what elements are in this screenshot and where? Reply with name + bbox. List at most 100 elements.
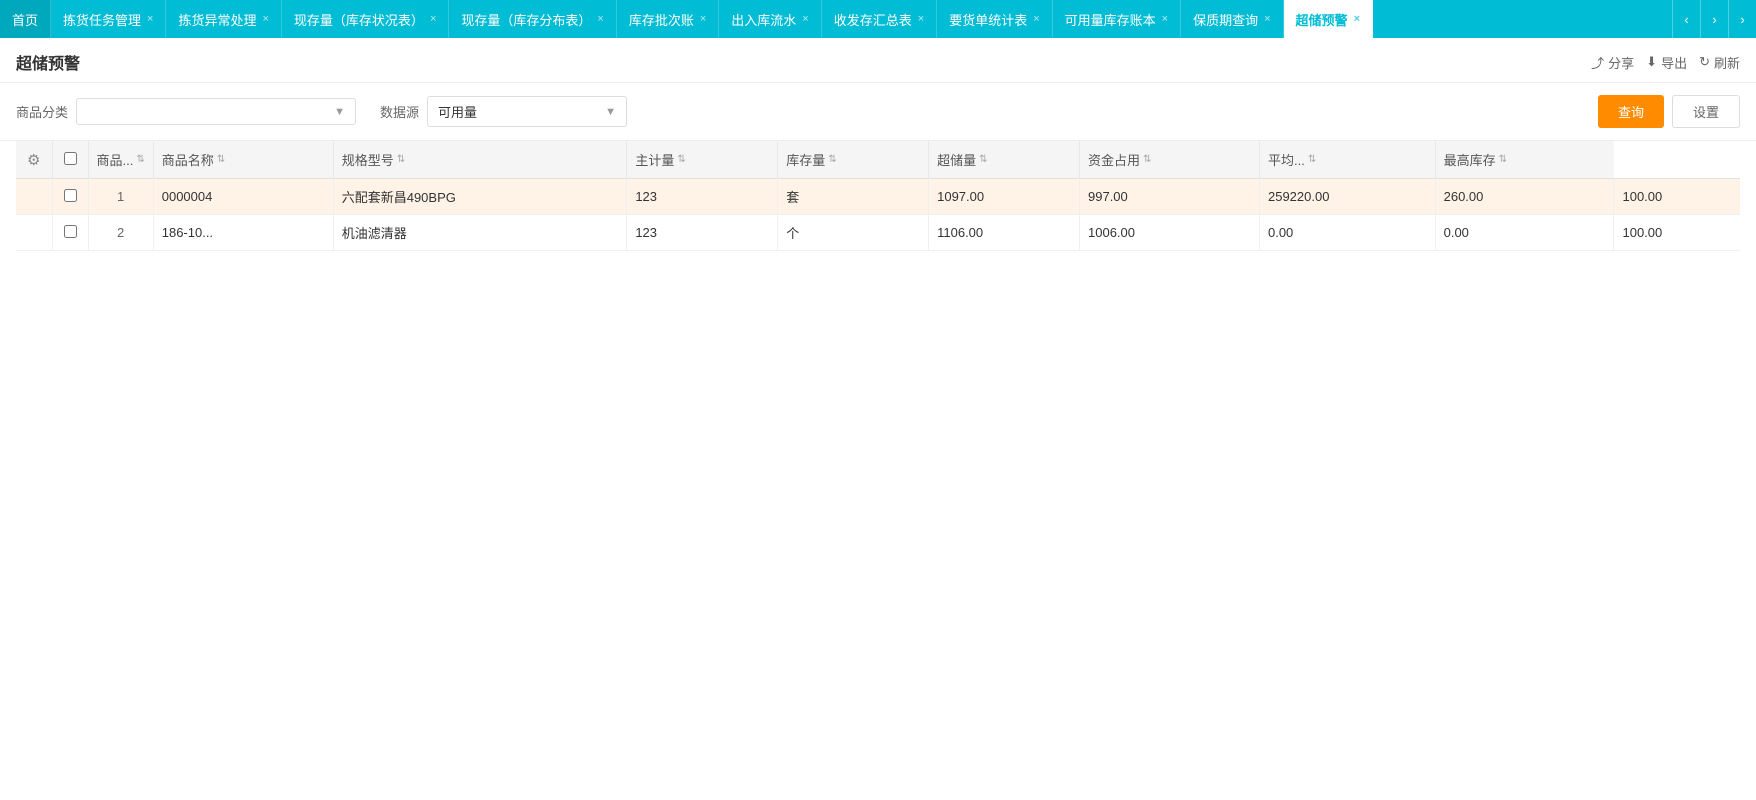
sort-capital-icon: ⇅ [1143,154,1151,165]
row-num-cell: 1 [88,179,153,215]
sort-avg-icon: ⇅ [1308,154,1316,165]
th-product-code[interactable]: 商品... ⇅ [88,141,153,179]
refresh-icon: ↻ [1699,54,1710,70]
share-icon: ⤴ [1591,53,1604,72]
filter-commodity-category: 商品分类 ▼ [16,98,356,125]
sort-spec-icon: ⇅ [397,154,405,165]
th-unit[interactable]: 主计量 ⇅ [627,141,778,179]
nav-pick-task[interactable]: 拣货任务管理 × [51,0,166,38]
refresh-button[interactable]: ↻ 刷新 [1699,53,1740,72]
row-checkbox-cell [52,215,88,251]
data-source-select[interactable]: 可用量 ▼ [427,96,627,127]
row-checkbox[interactable] [64,225,77,238]
row-unit: 套 [778,179,929,215]
th-avg[interactable]: 平均... ⇅ [1259,141,1435,179]
sort-stock-icon: ⇅ [828,154,836,165]
row-gear-cell [16,179,52,215]
nav-batch-account[interactable]: 库存批次账 × [617,0,719,38]
row-num-cell: 2 [88,215,153,251]
sort-overstock-icon: ⇅ [979,154,987,165]
nav-overstock-warning[interactable]: 超储预警 × [1284,0,1373,38]
row-overstock-qty: 1006.00 [1080,215,1260,251]
nav-close-collect[interactable]: × [918,13,924,25]
row-capital: 0.00 [1259,215,1435,251]
nav-available-account[interactable]: 可用量库存账本 × [1053,0,1181,38]
row-product-code: 186-10... [153,215,333,251]
th-checkbox [52,141,88,179]
nav-close-stock-dist[interactable]: × [597,13,603,25]
nav-inout-flow[interactable]: 出入库流水 × [719,0,821,38]
th-overstock-qty[interactable]: 超储量 ⇅ [929,141,1080,179]
nav-close-available[interactable]: × [1162,13,1168,25]
th-gear: ⚙ [16,141,52,179]
row-stock-qty: 1106.00 [929,215,1080,251]
nav-close-inout[interactable]: × [802,13,808,25]
nav-pick-exception[interactable]: 拣货异常处理 × [166,0,281,38]
column-settings-icon[interactable]: ⚙ [27,152,40,169]
nav-collect-summary[interactable]: 收发存汇总表 × [822,0,937,38]
nav-arrow-left[interactable]: ‹ [1672,0,1700,38]
row-unit: 个 [778,215,929,251]
nav-arrows: ‹ › › [1672,0,1756,38]
row-overstock-qty: 997.00 [1080,179,1260,215]
row-gear-cell [16,215,52,251]
row-checkbox[interactable] [64,189,77,202]
row-stock-qty: 1097.00 [929,179,1080,215]
commodity-category-select[interactable]: ▼ [76,98,356,125]
filter-actions: 查询 设置 [1598,95,1740,128]
data-source-label: 数据源 [380,102,419,121]
row-product-code: 0000004 [153,179,333,215]
row-max-stock: 100.00 [1614,215,1740,251]
select-all-checkbox[interactable] [64,152,77,165]
nav-close-pick-exception[interactable]: × [262,13,268,25]
nav-home[interactable]: 首页 [0,0,51,38]
data-source-value: 可用量 [438,102,477,121]
row-avg: 0.00 [1435,215,1614,251]
commodity-category-label: 商品分类 [16,102,68,121]
nav-close-quality[interactable]: × [1264,13,1270,25]
settings-button[interactable]: 设置 [1672,95,1740,128]
nav-arrow-right[interactable]: › [1700,0,1728,38]
nav-current-stock-dist[interactable]: 现存量（库存分布表） × [449,0,616,38]
nav-arrow-more[interactable]: › [1728,0,1756,38]
nav-demand-stats[interactable]: 要货单统计表 × [937,0,1052,38]
th-max-stock[interactable]: 最高库存 ⇅ [1435,141,1614,179]
header-actions: ⤴ 分享 ⬇ 导出 ↻ 刷新 [1591,53,1740,72]
query-button[interactable]: 查询 [1598,95,1664,128]
share-button[interactable]: ⤴ 分享 [1591,53,1634,72]
nav-close-pick-task[interactable]: × [147,13,153,25]
th-spec[interactable]: 规格型号 ⇅ [333,141,627,179]
nav-quality-period[interactable]: 保质期查询 × [1181,0,1283,38]
nav-close-overstock[interactable]: × [1354,13,1360,25]
th-capital[interactable]: 资金占用 ⇅ [1080,141,1260,179]
th-stock-qty[interactable]: 库存量 ⇅ [778,141,929,179]
row-checkbox-cell [52,179,88,215]
row-avg: 260.00 [1435,179,1614,215]
sort-product-name-icon: ⇅ [217,154,225,165]
sort-max-icon: ⇅ [1499,154,1507,165]
page-container: 超储预警 ⤴ 分享 ⬇ 导出 ↻ 刷新 商品分类 ▼ 数据源 [0,38,1756,800]
nav-close-batch[interactable]: × [700,13,706,25]
filter-data-source: 数据源 可用量 ▼ [380,96,627,127]
table-header-row: ⚙ 商品... ⇅ 商品名称 ⇅ [16,141,1740,179]
commodity-category-value [87,104,91,119]
nav-close-stock-status[interactable]: × [430,13,436,25]
nav-close-demand[interactable]: × [1033,13,1039,25]
export-icon: ⬇ [1646,54,1657,70]
top-navigation: 首页 拣货任务管理 × 拣货异常处理 × 现存量（库存状况表） × 现存量（库存… [0,0,1756,38]
sort-unit-icon: ⇅ [677,154,685,165]
sort-product-code-icon: ⇅ [136,154,144,165]
table-container: ⚙ 商品... ⇅ 商品名称 ⇅ [0,141,1756,251]
data-source-arrow: ▼ [605,106,616,118]
table-row: 2 186-10... 机油滤清器 123 个 1106.00 1006.00 … [16,215,1740,251]
page-title: 超储预警 [16,50,80,74]
row-spec: 123 [627,215,778,251]
row-product-name: 六配套新昌490BPG [333,179,627,215]
row-product-name: 机油滤清器 [333,215,627,251]
page-header: 超储预警 ⤴ 分享 ⬇ 导出 ↻ 刷新 [0,38,1756,83]
data-table: ⚙ 商品... ⇅ 商品名称 ⇅ [16,141,1740,251]
th-product-name[interactable]: 商品名称 ⇅ [153,141,333,179]
export-button[interactable]: ⬇ 导出 [1646,53,1687,72]
commodity-category-arrow: ▼ [334,106,345,118]
nav-current-stock-status[interactable]: 现存量（库存状况表） × [282,0,449,38]
